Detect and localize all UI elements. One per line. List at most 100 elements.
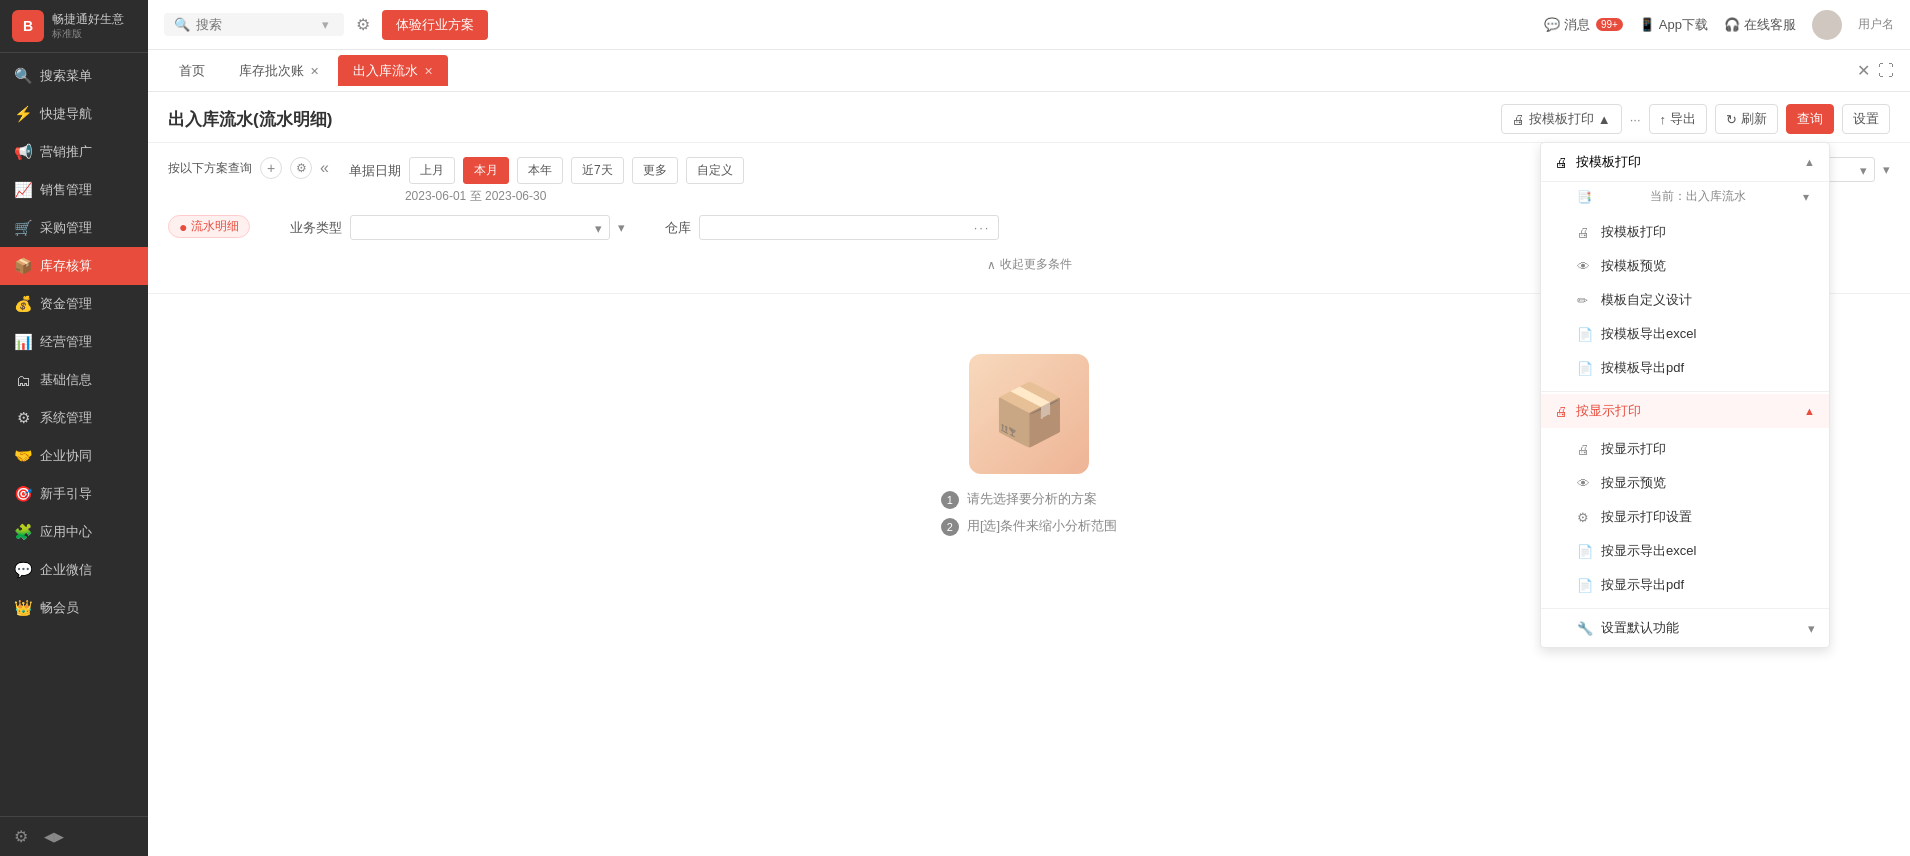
dropdown-item-excel-template[interactable]: 📄 按模板导出excel [1541,317,1829,351]
refresh-button[interactable]: ↻ 刷新 [1715,104,1778,134]
dropdown-item-customize-template[interactable]: ✏ 模板自定义设计 [1541,283,1829,317]
topbar-search-icon: 🔍 [174,17,190,32]
marketing-icon: 📢 [14,143,32,161]
dropdown-display-subheader[interactable]: 🖨 按显示打印 ▲ [1541,394,1829,428]
sidebar-item-wechat[interactable]: 💬 企业微信 [0,551,148,589]
settings-button[interactable]: 设置 [1842,104,1890,134]
sidebar-item-basic[interactable]: 🗂 基础信息 [0,361,148,399]
sidebar-collapse-icon[interactable]: ◀▶ [44,829,64,844]
sidebar: B 畅捷通好生意 标准版 🔍 搜索菜单 ⚡ 快捷导航 📢 营销推广 📈 销售管理… [0,0,148,856]
tab-batch-account[interactable]: 库存批次账 ✕ [224,55,334,86]
sidebar-item-marketing[interactable]: 📢 营销推广 [0,133,148,171]
business-dropdown-icon[interactable]: ▾ [618,220,625,235]
type-dropdown-icon[interactable]: ▾ [1883,162,1890,177]
date-this-month[interactable]: 本月 [463,157,509,184]
sidebar-item-quick-nav[interactable]: ⚡ 快捷导航 [0,95,148,133]
dropdown-current-label: 📑 当前：出入库流水 ▾ [1541,182,1829,211]
sidebar-item-sales[interactable]: 📈 销售管理 [0,171,148,209]
filter-collapse-icon[interactable]: « [320,159,329,177]
display-subheader-icon: 🖨 [1555,404,1568,419]
topbar-search-dropdown-icon[interactable]: ▾ [322,17,329,32]
warehouse-more-icon[interactable]: ··· [974,220,991,235]
window-close-button[interactable]: ✕ [1857,61,1870,80]
current-label-icon: 📑 [1577,190,1592,204]
filter-add-button[interactable]: + [260,157,282,179]
sidebar-settings-icon[interactable]: ⚙ [14,827,28,846]
sidebar-item-guide[interactable]: 🎯 新手引导 [0,475,148,513]
page-header: 出入库流水(流水明细) 🖨 按模板打印 ▲ 📑 [148,92,1910,143]
window-maximize-button[interactable]: ⛶ [1878,62,1894,80]
sidebar-item-label: 基础信息 [40,371,92,389]
sidebar-footer: ⚙ ◀▶ [0,816,148,856]
sidebar-item-operation[interactable]: 📊 经营管理 [0,323,148,361]
user-avatar[interactable] [1812,10,1842,40]
topbar-service-item[interactable]: 🎧 在线客服 [1724,16,1796,34]
topbar-search-wrap: 🔍 ▾ [164,13,344,36]
print-template-button[interactable]: 🖨 按模板打印 ▲ [1501,104,1622,134]
sidebar-item-appcenter[interactable]: 🧩 应用中心 [0,513,148,551]
date-this-year[interactable]: 本年 [517,157,563,184]
dropdown-item-pdf-display[interactable]: 📄 按显示导出pdf [1541,568,1829,602]
sidebar-item-purchase[interactable]: 🛒 采购管理 [0,209,148,247]
sidebar-item-finance[interactable]: 💰 资金管理 [0,285,148,323]
excel-display-icon: 📄 [1577,544,1593,559]
collapse-label: 收起更多条件 [1000,256,1072,273]
tab-batch-close[interactable]: ✕ [310,65,319,78]
dropdown-chevron-up[interactable]: ▲ [1804,156,1815,168]
tab-inout-close[interactable]: ✕ [424,65,433,78]
query-button[interactable]: 查询 [1786,104,1834,134]
tab-inout-label: 出入库流水 [353,62,418,80]
main-area: 🔍 ▾ ⚙ 体验行业方案 💬 消息 99+ 📱 App下载 🎧 在线客服 用户名 [148,0,1910,856]
dropdown-item-settings-display[interactable]: ⚙ 按显示打印设置 [1541,500,1829,534]
topbar-appdownload-item[interactable]: 📱 App下载 [1639,16,1708,34]
sidebar-item-inventory[interactable]: 📦 库存核算 [0,247,148,285]
inventory-icon: 📦 [14,257,32,275]
purchase-icon: 🛒 [14,219,32,237]
date-last-7-days[interactable]: 近7天 [571,157,624,184]
dropdown-item-pdf-template[interactable]: 📄 按模板导出pdf [1541,351,1829,385]
finance-icon: 💰 [14,295,32,313]
headset-icon: 🎧 [1724,17,1740,32]
filter-tag-label: 流水明细 [191,218,239,235]
online-service-label: 在线客服 [1744,16,1796,34]
print-icon: 🖨 [1512,112,1525,127]
filter-settings-button[interactable]: ⚙ [290,157,312,179]
dropdown-item-excel-display[interactable]: 📄 按显示导出excel [1541,534,1829,568]
tab-home[interactable]: 首页 [164,55,220,86]
sidebar-item-label: 快捷导航 [40,105,92,123]
print-display-icon: 🖨 [1577,442,1593,457]
industry-solution-button[interactable]: 体验行业方案 [382,10,488,40]
sidebar-item-member[interactable]: 👑 畅会员 [0,589,148,627]
tab-inout-flow[interactable]: 出入库流水 ✕ [338,55,448,86]
dropdown-item-preview-display[interactable]: 👁 按显示预览 [1541,466,1829,500]
sidebar-item-search[interactable]: 🔍 搜索菜单 [0,57,148,95]
sidebar-item-system[interactable]: ⚙ 系统管理 [0,399,148,437]
phone-icon: 📱 [1639,17,1655,32]
dropdown-item-preview-template[interactable]: 👁 按模板预览 [1541,249,1829,283]
appcenter-icon: 🧩 [14,523,32,541]
sidebar-item-label: 经营管理 [40,333,92,351]
date-custom[interactable]: 自定义 [686,157,744,184]
dropdown-item-print-display[interactable]: 🖨 按显示打印 [1541,432,1829,466]
empty-illustration: 📦 [969,354,1089,474]
export-button[interactable]: ↑ 导出 [1649,104,1708,134]
sidebar-item-corp[interactable]: 🤝 企业协同 [0,437,148,475]
dropdown-footer-settings[interactable]: 🔧 设置默认功能 ▾ [1541,611,1829,647]
warehouse-input[interactable]: ··· [699,215,999,240]
filter-tag-icon: ● [179,219,187,235]
dropdown-display-section: 🖨 按显示打印 👁 按显示预览 ⚙ 按显示打印设置 [1541,428,1829,606]
topbar-gear-icon[interactable]: ⚙ [356,15,370,34]
topbar-search-input[interactable] [196,17,316,32]
topbar-message-item[interactable]: 💬 消息 99+ [1544,16,1623,34]
step-2-num: 2 [941,518,959,536]
system-icon: ⚙ [14,409,32,427]
empty-step-2: 2 用[选]条件来缩小分析范围 [941,517,1117,536]
message-label: 消息 [1564,16,1590,34]
date-last-month[interactable]: 上月 [409,157,455,184]
action-more-icon[interactable]: ··· [1630,112,1641,127]
dropdown-item-print-template[interactable]: 🖨 按模板打印 [1541,215,1829,249]
date-more[interactable]: 更多 [632,157,678,184]
business-type-select[interactable] [350,215,610,240]
preview-display-icon: 👁 [1577,476,1593,491]
date-range-display: 2023-06-01 至 2023-06-30 [405,188,744,205]
